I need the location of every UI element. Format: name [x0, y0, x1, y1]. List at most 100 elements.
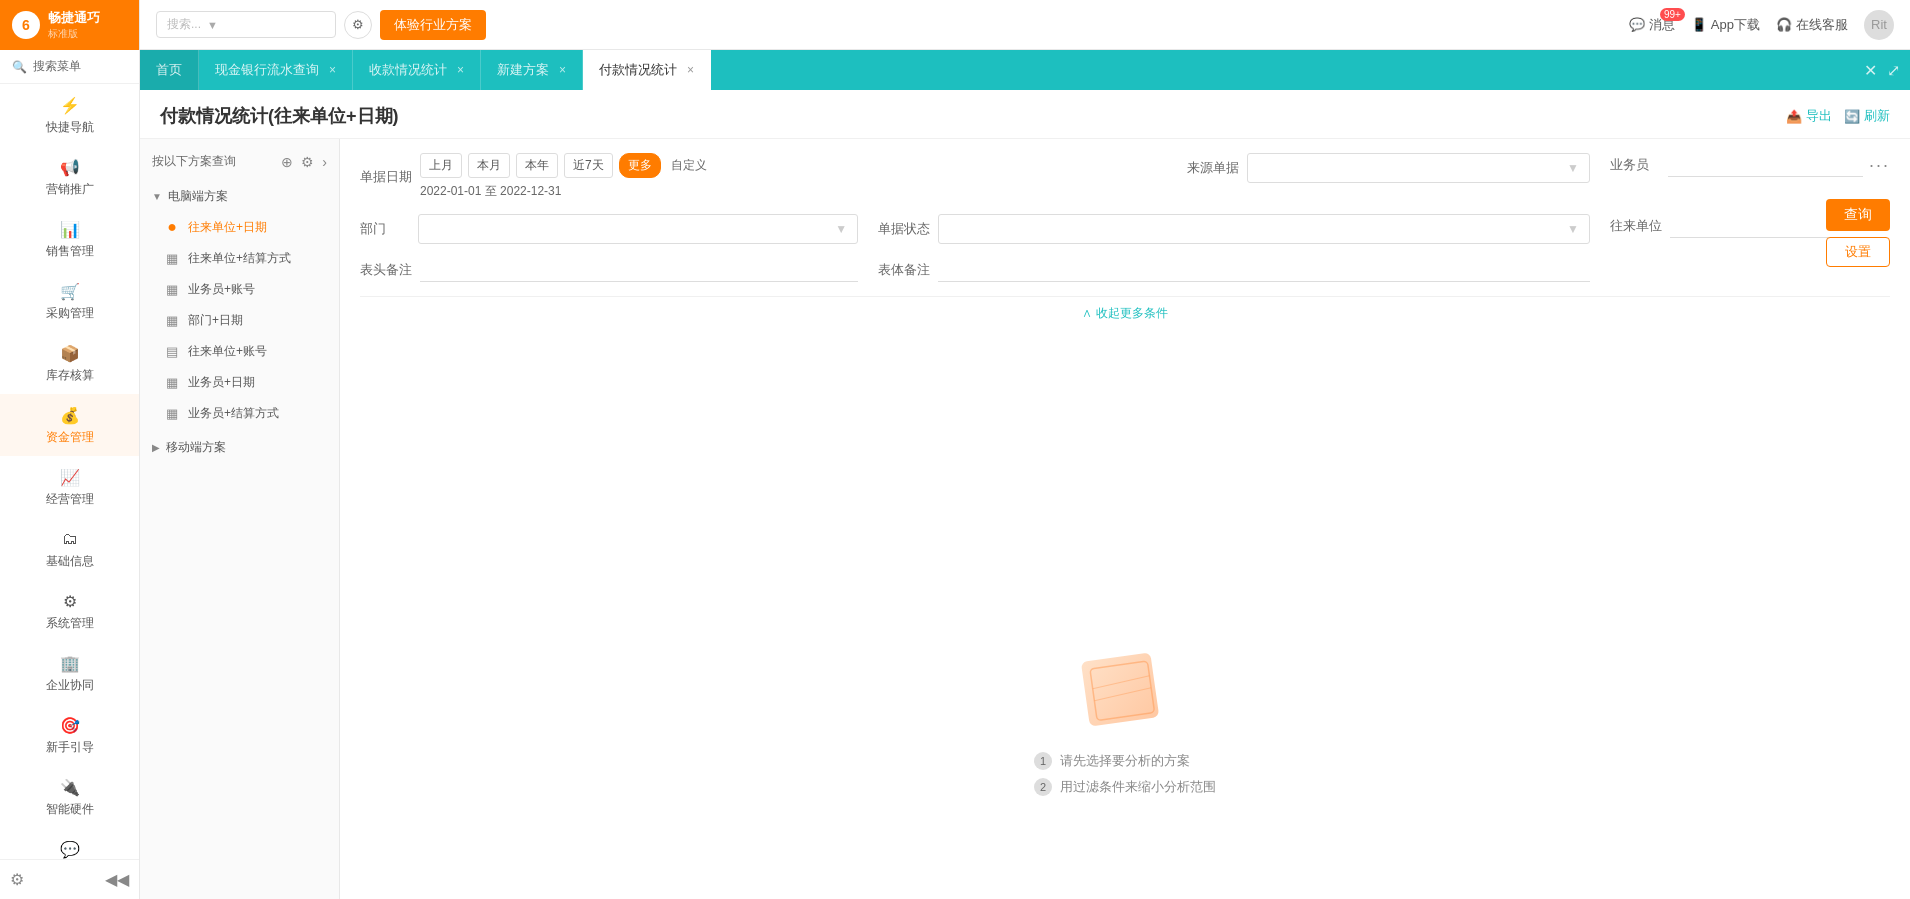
- sidebar-item-sales[interactable]: 📊 销售管理: [0, 208, 139, 270]
- tab-bank-flow-close[interactable]: ×: [329, 63, 336, 77]
- desktop-group-label: 电脑端方案: [168, 188, 228, 205]
- logo-text-group: 畅捷通巧 标准版: [48, 9, 100, 41]
- scheme-icon-3: ▦: [164, 313, 180, 328]
- sidebar-item-basic[interactable]: 🗂 基础信息: [0, 518, 139, 580]
- scheme-item-salesman-date[interactable]: ▦ 业务员+日期: [140, 367, 339, 398]
- scheme-item-label: 往来单位+账号: [188, 343, 267, 360]
- dept-label: 部门: [360, 220, 410, 238]
- tip-num-2: 2: [1034, 778, 1052, 796]
- add-scheme-icon[interactable]: ⊕: [281, 154, 293, 170]
- sidebar-collapse-icon[interactable]: ◀◀: [105, 870, 129, 889]
- tab-receipt-stats[interactable]: 收款情况统计 ×: [353, 50, 481, 90]
- date-btn-this-month[interactable]: 本月: [468, 153, 510, 178]
- left-panel-title: 按以下方案查询: [152, 153, 236, 170]
- scheme-item-salesman-settle[interactable]: ▦ 业务员+结算方式: [140, 398, 339, 429]
- settings-scheme-icon[interactable]: ⚙: [301, 154, 314, 170]
- scheme-item-counterpart-account[interactable]: ▤ 往来单位+账号: [140, 336, 339, 367]
- tab-bank-flow-label: 现金银行流水查询: [215, 61, 319, 79]
- scheme-item-dept-date[interactable]: ▦ 部门+日期: [140, 305, 339, 336]
- system-icon: ⚙: [59, 590, 81, 612]
- collapse-icon: ∧: [1082, 306, 1095, 320]
- scheme-item-salesman-account[interactable]: ▦ 业务员+账号: [140, 274, 339, 305]
- doc-status-arrow: ▼: [1567, 222, 1579, 236]
- source-select[interactable]: ▼: [1247, 153, 1590, 183]
- collapse-bar[interactable]: ∧ 收起更多条件: [360, 296, 1890, 330]
- tab-receipt-stats-close[interactable]: ×: [457, 63, 464, 77]
- export-btn[interactable]: 📤 导出: [1786, 107, 1832, 125]
- tab-payment-stats[interactable]: 付款情况统计 ×: [583, 50, 711, 90]
- salesman-input[interactable]: [1668, 153, 1863, 177]
- mobile-arrow-icon: ▶: [152, 442, 160, 453]
- tab-payment-stats-label: 付款情况统计: [599, 61, 677, 79]
- sidebar-item-enterprise[interactable]: 🏢 企业协同: [0, 642, 139, 704]
- topbar-gear-btn[interactable]: ⚙: [344, 11, 372, 39]
- tab-home[interactable]: 首页: [140, 50, 199, 90]
- doc-status-select[interactable]: ▼: [938, 214, 1590, 244]
- filter-doc-status: 单据状态 ▼: [878, 214, 1590, 244]
- sidebar-item-purchase[interactable]: 🛒 采购管理: [0, 270, 139, 332]
- messages-btn[interactable]: 💬 消息 99+: [1629, 16, 1675, 34]
- user-name: Rit: [1871, 17, 1887, 32]
- tab-close-btn[interactable]: ✕: [1864, 61, 1877, 80]
- sidebar-item-quick-nav[interactable]: ⚡ 快捷导航: [0, 84, 139, 146]
- filter-head-note: 表头备注: [360, 258, 858, 282]
- sidebar-item-guide[interactable]: 🎯 新手引导: [0, 704, 139, 766]
- scheme-item-label: 业务员+结算方式: [188, 405, 279, 422]
- scheme-item-label: 往来单位+日期: [188, 219, 267, 236]
- scheme-icon-1: ▦: [164, 251, 180, 266]
- sidebar-settings-icon[interactable]: ⚙: [10, 870, 24, 889]
- body-note-input[interactable]: [938, 258, 1590, 282]
- salesman-dots[interactable]: ···: [1869, 156, 1890, 174]
- scheme-item-counterpart-settle[interactable]: ▦ 往来单位+结算方式: [140, 243, 339, 274]
- date-btn-more[interactable]: 更多: [619, 153, 661, 178]
- content-area: 按以下方案查询 ⊕ ⚙ › ▼ 电脑端方案 ● 往来单位+日期: [140, 139, 1910, 899]
- online-service-btn[interactable]: 🎧 在线客服: [1776, 16, 1848, 34]
- sidebar-item-hardware[interactable]: 🔌 智能硬件: [0, 766, 139, 828]
- logo-icon: 6: [12, 11, 40, 39]
- sidebar-item-finance[interactable]: 💰 资金管理: [0, 394, 139, 456]
- sidebar-item-wechat[interactable]: 💬 企业微信: [0, 828, 139, 859]
- date-btn-last-month[interactable]: 上月: [420, 153, 462, 178]
- topbar-dropdown-arrow: ▼: [207, 19, 218, 31]
- filter-row-1: 单据日期 上月 本月 本年 近7天 更多 自定义 20: [360, 153, 1890, 200]
- date-btn-this-year[interactable]: 本年: [516, 153, 558, 178]
- tab-bank-flow[interactable]: 现金银行流水查询 ×: [199, 50, 353, 90]
- scheme-group-mobile-title[interactable]: ▶ 移动端方案: [140, 433, 339, 462]
- finance-icon: 💰: [59, 404, 81, 426]
- refresh-btn[interactable]: 🔄 刷新: [1844, 107, 1890, 125]
- collapse-panel-icon[interactable]: ›: [322, 154, 327, 170]
- settings-btn[interactable]: 设置: [1826, 237, 1890, 267]
- phone-icon: 📱: [1691, 17, 1707, 32]
- user-avatar[interactable]: Rit: [1864, 10, 1894, 40]
- sidebar-item-marketing[interactable]: 📢 营销推广: [0, 146, 139, 208]
- scheme-item-counterpart-date[interactable]: ● 往来单位+日期: [140, 211, 339, 243]
- operations-icon: 📈: [59, 466, 81, 488]
- headset-icon: 🎧: [1776, 17, 1792, 32]
- wechat-icon: 💬: [59, 838, 81, 859]
- sidebar-item-system[interactable]: ⚙ 系统管理: [0, 580, 139, 642]
- date-btn-last-7[interactable]: 近7天: [564, 153, 613, 178]
- sidebar-item-operations[interactable]: 📈 经营管理: [0, 456, 139, 518]
- export-label: 导出: [1806, 107, 1832, 125]
- scheme-group-desktop-title[interactable]: ▼ 电脑端方案: [140, 182, 339, 211]
- basic-icon: 🗂: [59, 528, 81, 550]
- dept-select[interactable]: ▼: [418, 214, 858, 244]
- query-btn[interactable]: 查询: [1826, 199, 1890, 231]
- query-btns: 查询 设置: [1826, 199, 1890, 267]
- head-note-input[interactable]: [420, 258, 858, 282]
- sidebar-item-label: 系统管理: [46, 615, 94, 632]
- trial-btn[interactable]: 体验行业方案: [380, 10, 486, 40]
- sidebar-search[interactable]: 🔍 搜索菜单: [0, 50, 139, 84]
- scheme-icon-2: ▦: [164, 282, 180, 297]
- topbar-search-box[interactable]: 搜索... ▼: [156, 11, 336, 38]
- app-download-btn[interactable]: 📱 App下载: [1691, 16, 1760, 34]
- sidebar-item-inventory[interactable]: 📦 库存核算: [0, 332, 139, 394]
- tab-payment-stats-close[interactable]: ×: [687, 63, 694, 77]
- app-download-label: App下载: [1711, 16, 1760, 34]
- left-panel-icons: ⊕ ⚙ ›: [281, 154, 327, 170]
- tab-new-scheme[interactable]: 新建方案 ×: [481, 50, 583, 90]
- tab-expand-btn[interactable]: ⤢: [1887, 61, 1900, 80]
- tab-new-scheme-close[interactable]: ×: [559, 63, 566, 77]
- empty-tip-1: 1 请先选择要分析的方案: [1034, 752, 1216, 770]
- tip-text-1: 请先选择要分析的方案: [1060, 752, 1190, 770]
